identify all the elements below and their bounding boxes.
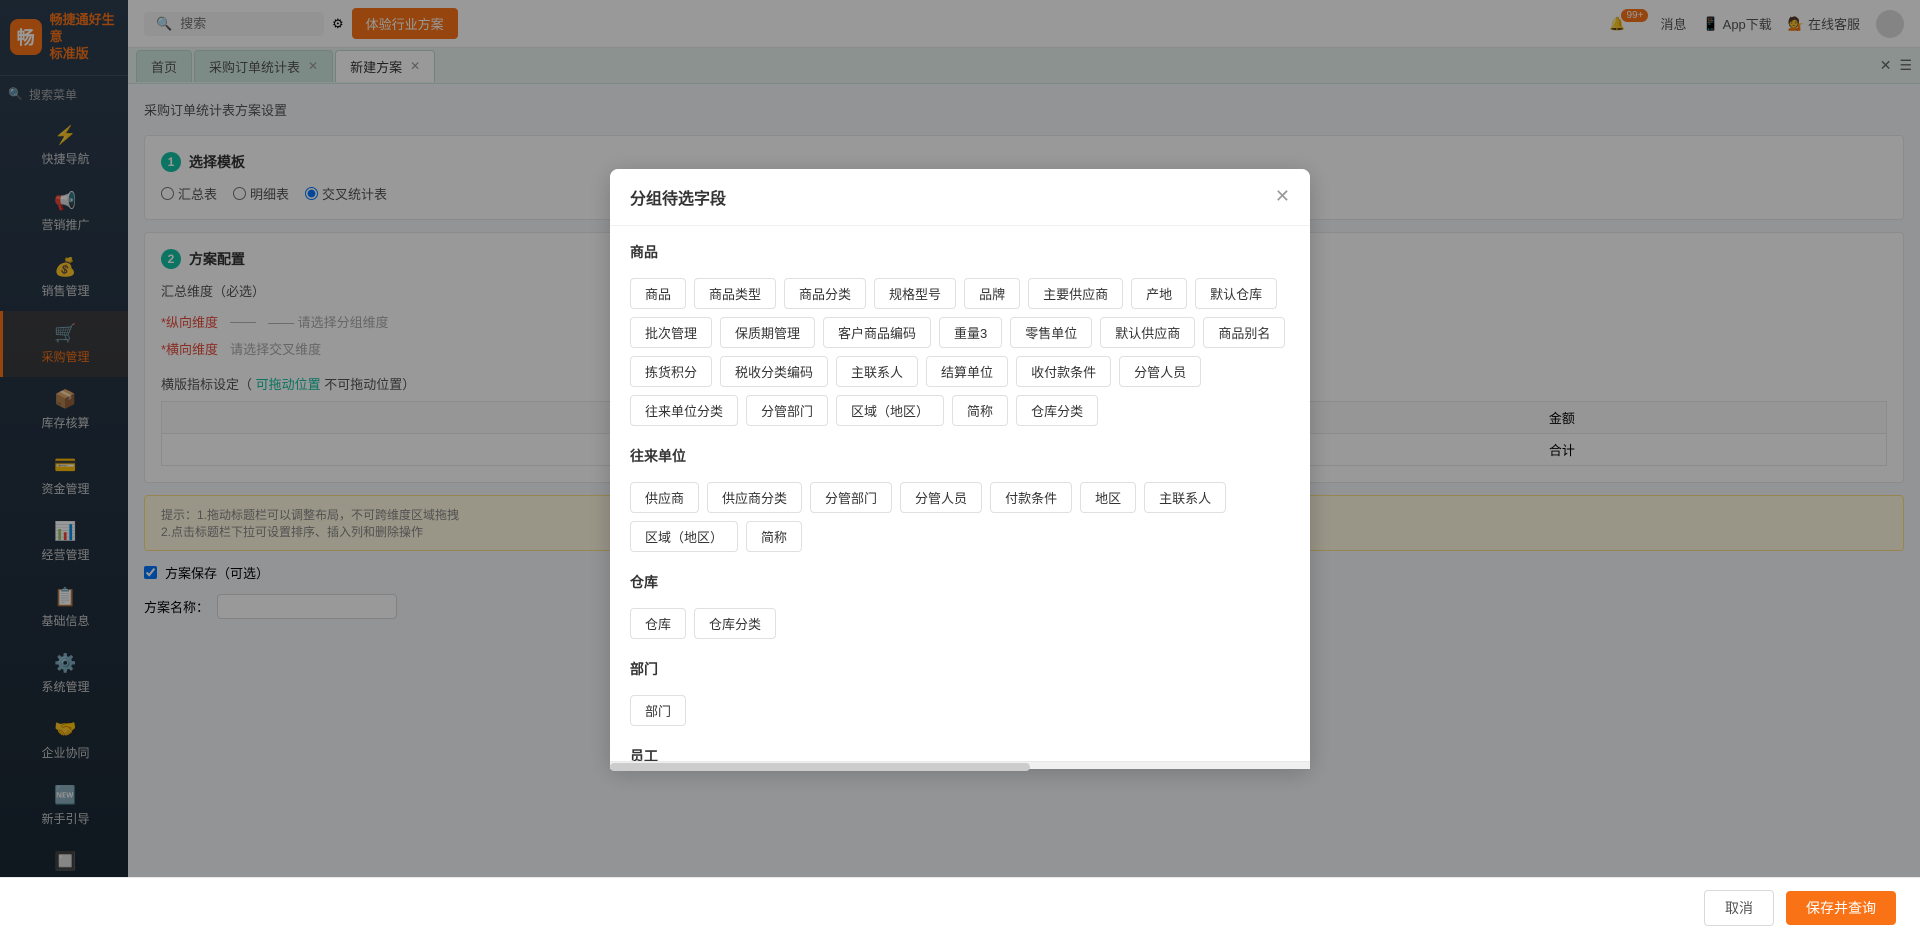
tag-area-region[interactable]: 区域（地区） [836,395,944,426]
tag-main-supplier[interactable]: 主要供应商 [1028,278,1123,309]
section-department: 部门 部门 [630,659,1290,726]
tag-goods-spec[interactable]: 规格型号 [874,278,956,309]
section-partner-title: 往来单位 [630,446,1290,470]
modal: 分组待选字段 ✕ 商品 商品 商品类型 商品分类 规格型号 品牌 主要供应商 产… [610,169,1310,769]
footer-actions: 取消 保存并查询 [0,877,1920,937]
modal-header: 分组待选字段 ✕ [610,169,1310,226]
tag-default-supplier[interactable]: 默认供应商 [1100,317,1195,348]
tag-payment-cond[interactable]: 付款条件 [990,482,1072,513]
tag-goods-name[interactable]: 商品 [630,278,686,309]
tag-goods-alias[interactable]: 商品别名 [1203,317,1285,348]
tag-source-unit-cat[interactable]: 往来单位分类 [630,395,738,426]
section-employee-title: 员工 [630,746,1290,762]
tag-main-contact[interactable]: 主联系人 [1144,482,1226,513]
section-goods: 商品 商品 商品类型 商品分类 规格型号 品牌 主要供应商 产地 默认仓库 批次… [630,242,1290,426]
tag-warehouse-cat[interactable]: 仓库分类 [1016,395,1098,426]
tag-settlement-unit[interactable]: 结算单位 [926,356,1008,387]
tag-region[interactable]: 地区 [1080,482,1136,513]
tag-short-name[interactable]: 简称 [952,395,1008,426]
tag-payment-terms[interactable]: 收付款条件 [1016,356,1111,387]
tag-supplier[interactable]: 供应商 [630,482,699,513]
tag-default-warehouse[interactable]: 默认仓库 [1195,278,1277,309]
tag-alias[interactable]: 简称 [746,521,802,552]
modal-close-button[interactable]: ✕ [1275,186,1290,207]
tag-batch-mgmt[interactable]: 批次管理 [630,317,712,348]
tag-customer-code[interactable]: 客户商品编码 [823,317,931,348]
modal-title: 分组待选字段 [630,185,726,209]
tag-contact[interactable]: 主联系人 [836,356,918,387]
field-tags-department: 部门 [630,695,1290,726]
modal-scrollbar-thumb [610,763,1030,771]
section-goods-title: 商品 [630,242,1290,266]
tag-dept-manager[interactable]: 分管人员 [900,482,982,513]
section-department-title: 部门 [630,659,1290,683]
modal-scrollbar [610,761,1310,769]
tag-warehouse-cat2[interactable]: 仓库分类 [694,608,776,639]
section-partner: 往来单位 供应商 供应商分类 分管部门 分管人员 付款条件 地区 主联系人 区域… [630,446,1290,552]
tag-tax-code[interactable]: 税收分类编码 [720,356,828,387]
section-warehouse-title: 仓库 [630,572,1290,596]
tag-goods-type[interactable]: 商品类型 [694,278,776,309]
tag-supplier-cat[interactable]: 供应商分类 [707,482,802,513]
tag-manager[interactable]: 分管人员 [1119,356,1201,387]
tag-area-partner[interactable]: 区域（地区） [630,521,738,552]
field-tags-warehouse: 仓库 仓库分类 [630,608,1290,639]
section-warehouse: 仓库 仓库 仓库分类 [630,572,1290,639]
tag-warehouse[interactable]: 仓库 [630,608,686,639]
cancel-button[interactable]: 取消 [1704,890,1774,926]
section-employee: 员工 业务员 [630,746,1290,762]
tag-goods-category[interactable]: 商品分类 [784,278,866,309]
modal-body[interactable]: 商品 商品 商品类型 商品分类 规格型号 品牌 主要供应商 产地 默认仓库 批次… [610,226,1310,762]
tag-department[interactable]: 部门 [630,695,686,726]
tag-retail-unit[interactable]: 零售单位 [1010,317,1092,348]
field-tags-goods: 商品 商品类型 商品分类 规格型号 品牌 主要供应商 产地 默认仓库 批次管理 … [630,278,1290,426]
tag-dept[interactable]: 分管部门 [810,482,892,513]
tag-goods-integral[interactable]: 拣货积分 [630,356,712,387]
field-tags-partner: 供应商 供应商分类 分管部门 分管人员 付款条件 地区 主联系人 区域（地区） … [630,482,1290,552]
tag-expiry-mgmt[interactable]: 保质期管理 [720,317,815,348]
save-button[interactable]: 保存并查询 [1786,891,1896,925]
tag-brand[interactable]: 品牌 [964,278,1020,309]
tag-weight3[interactable]: 重量3 [939,317,1002,348]
tag-dept-manage[interactable]: 分管部门 [746,395,828,426]
tag-origin[interactable]: 产地 [1131,278,1187,309]
